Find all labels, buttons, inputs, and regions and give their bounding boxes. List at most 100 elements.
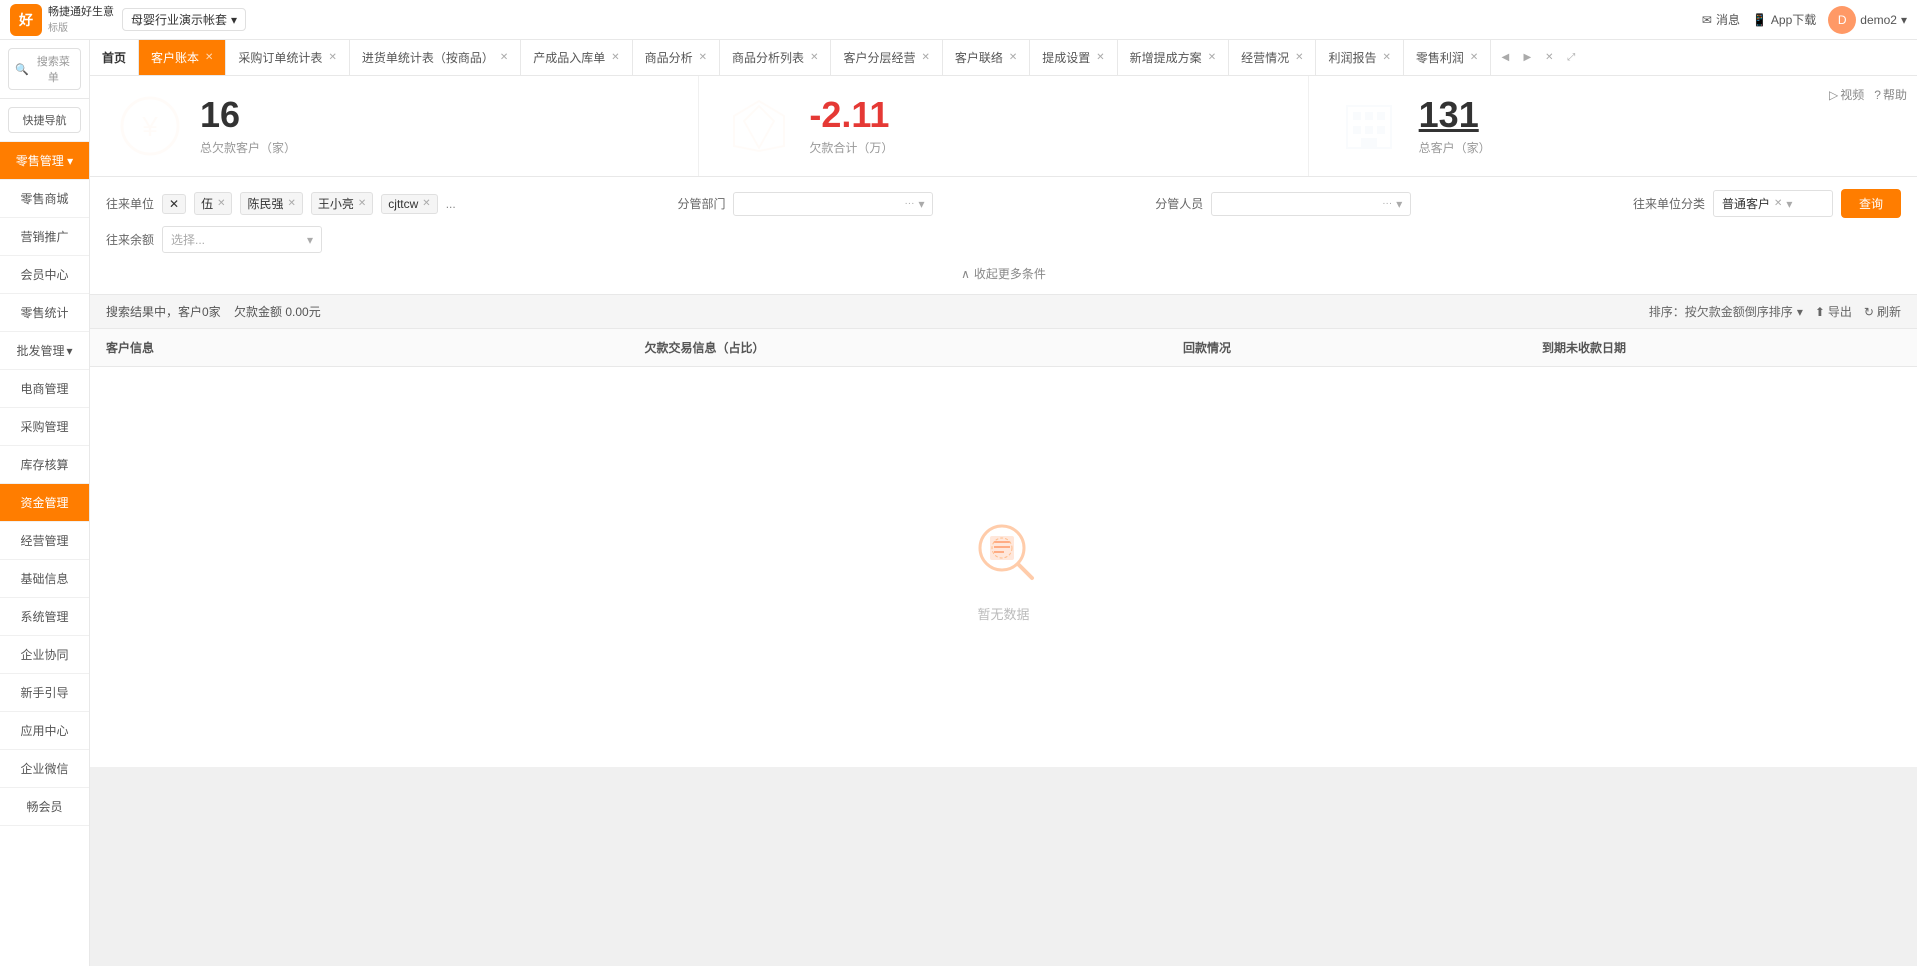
sidebar-item-purchase-mgmt[interactable]: 采购管理 [0,408,89,446]
col-debt-info: 欠款交易信息（占比） [645,339,1184,356]
account-selector[interactable]: 母婴行业演示帐套 ▾ [122,8,246,31]
close-tab-icon-3[interactable]: ✕ [500,52,508,63]
filter-unit-label: 往来单位 [106,195,154,212]
top-bar-left: 好 畅捷通好生意 标版 母婴行业演示帐套 ▾ [10,4,246,36]
close-tab-icon-7[interactable]: ✕ [921,52,929,63]
stat-values-2: -2.11 欠款合计（万） [809,97,893,156]
nav-prev-arrow[interactable]: ◀ [1495,48,1515,68]
close-tab-icon-10[interactable]: ✕ [1208,52,1216,63]
sidebar-item-retail-mall[interactable]: 零售商城 [0,180,89,218]
sidebar-item-basic-info[interactable]: 基础信息 [0,560,89,598]
close-tab-icon-5[interactable]: ✕ [699,52,707,63]
stat-values-1: 16 总欠款客户（家） [200,97,296,156]
sidebar-item-enterprise-wechat[interactable]: 企业微信 [0,750,89,788]
tab-product-analysis[interactable]: 商品分析 ✕ [633,40,720,76]
filter-tag-common-customer: 普通客户 ✕ [1722,195,1782,212]
search-menu-btn[interactable]: 🔍 搜索菜单 [8,48,81,90]
close-tab-icon-6[interactable]: ✕ [810,52,818,63]
filter-unit-class-label: 往来单位分类 [1633,195,1705,212]
svg-text:¥: ¥ [141,111,158,142]
sidebar-item-new-guide[interactable]: 新手引导 [0,674,89,712]
video-btn[interactable]: ▷ 视频 [1829,86,1864,103]
sidebar-item-app-center[interactable]: 应用中心 [0,712,89,750]
close-tab-icon-8[interactable]: ✕ [1009,52,1017,63]
tab-cost-entry[interactable]: 产成品入库单 ✕ [521,40,632,76]
tab-home[interactable]: 首页 [90,40,139,76]
sidebar-item-inventory[interactable]: 库存核算 [0,446,89,484]
top-bar: 好 畅捷通好生意 标版 母婴行业演示帐套 ▾ ✉ 消息 📱 App下载 D de… [0,0,1917,40]
app-download-btn[interactable]: 📱 App下载 [1752,11,1816,28]
department-select[interactable]: ··· ▾ [733,192,933,216]
nav-close-all[interactable]: ✕ [1539,48,1559,68]
avatar: D [1828,6,1856,34]
nav-arrow-area: ◀ ▶ ✕ ⤢ [1491,48,1585,68]
logo-area[interactable]: 好 畅捷通好生意 标版 [10,4,114,36]
empty-text: 暂无数据 [977,604,1029,623]
col-repayment: 回款情况 [1183,339,1542,356]
remove-tag-wu[interactable]: ✕ [217,198,225,209]
logo-subtitle: 标版 [48,19,114,34]
message-btn[interactable]: ✉ 消息 [1702,11,1740,28]
sidebar-item-member-center[interactable]: 会员中心 [0,256,89,294]
sidebar-item-retail-stats[interactable]: 零售统计 [0,294,89,332]
logo-text-block: 畅捷通好生意 标版 [48,5,114,34]
chevron-down-icon-balance: ▾ [307,233,313,247]
tab-purchase-orders[interactable]: 采购订单统计表 ✕ [226,40,349,76]
close-tab-icon-13[interactable]: ✕ [1470,52,1478,63]
close-tab-icon-4[interactable]: ✕ [611,52,619,63]
close-tab-icon-2[interactable]: ✕ [328,52,336,63]
sidebar-item-system-mgmt[interactable]: 系统管理 [0,598,89,636]
help-btn[interactable]: ? 帮助 [1874,86,1907,103]
tab-retail-profit[interactable]: 零售利润 ✕ [1404,40,1491,76]
quick-nav-btn[interactable]: 快捷导航 [8,107,81,133]
result-actions: 排序：按欠款金额倒序排序 ▾ ⬆ 导出 ↻ 刷新 [1649,303,1901,320]
tab-customer-connect[interactable]: 客户联络 ✕ [943,40,1030,76]
chevron-down-icon-user: ▾ [1901,13,1907,27]
export-icon: ⬆ [1815,305,1825,319]
remove-tag-wang[interactable]: ✕ [358,198,366,209]
remove-tag-cjttcw[interactable]: ✕ [422,198,430,209]
export-btn[interactable]: ⬆ 导出 [1815,303,1852,320]
nav-expand[interactable]: ⤢ [1561,48,1581,68]
remove-tag-chen[interactable]: ✕ [288,198,296,209]
balance-select[interactable]: 选择... ▾ [162,226,322,253]
tab-promo-settings[interactable]: 提成设置 ✕ [1030,40,1117,76]
query-button[interactable]: 查询 [1841,189,1901,218]
sidebar-item-finance[interactable]: 资金管理 [0,484,89,522]
sidebar-item-marketing[interactable]: 营销推广 [0,218,89,256]
sidebar-item-retail-mgmt[interactable]: 零售管理 ▾ [0,142,89,180]
close-tab-icon-9[interactable]: ✕ [1096,52,1104,63]
filter-more-btn[interactable]: ... [446,197,456,211]
chevron-down-icon-person: ▾ [1396,197,1402,211]
collapse-filter-btn[interactable]: ∧ 收起更多条件 [961,265,1046,282]
sort-select[interactable]: 排序：按欠款金额倒序排序 ▾ [1649,303,1803,320]
refresh-btn[interactable]: ↻ 刷新 [1864,303,1901,320]
message-icon: ✉ [1702,13,1712,27]
chevron-down-icon-sort: ▾ [1797,305,1803,319]
stat-label-debt-customers: 总欠款客户（家） [200,139,296,156]
remove-tag-common[interactable]: ✕ [1774,198,1782,209]
sidebar-item-vip-member[interactable]: 畅会员 [0,788,89,826]
unit-class-select[interactable]: 普通客户 ✕ ▾ [1713,190,1833,217]
sidebar-item-wholesale-mgmt[interactable]: 批发管理 ▾ [0,332,89,370]
sidebar-item-business-mgmt[interactable]: 经营管理 [0,522,89,560]
close-tab-icon-12[interactable]: ✕ [1383,52,1391,63]
table-header: 客户信息 欠款交易信息（占比） 回款情况 到期未收款日期 [90,329,1917,367]
tab-product-analysis-list[interactable]: 商品分析列表 ✕ [720,40,831,76]
sidebar-item-ecommerce[interactable]: 电商管理 [0,370,89,408]
tab-stock-stats[interactable]: 进货单统计表（按商品） ✕ [350,40,521,76]
close-tab-icon-11[interactable]: ✕ [1295,52,1303,63]
sidebar-search-area: 🔍 搜索菜单 [0,40,89,99]
tab-profit-report[interactable]: 利润报告 ✕ [1316,40,1403,76]
person-select[interactable]: ··· ▾ [1211,192,1411,216]
sidebar-item-enterprise-collab[interactable]: 企业协同 [0,636,89,674]
nav-next-arrow[interactable]: ▶ [1517,48,1537,68]
chevron-icon-2: ▾ [66,344,72,358]
tab-customer-tier[interactable]: 客户分层经营 ✕ [831,40,942,76]
tab-new-promo[interactable]: 新增提成方案 ✕ [1118,40,1229,76]
tab-accounts[interactable]: 客户账本 ✕ [139,40,226,76]
chevron-up-icon: ∧ [961,267,970,281]
user-menu[interactable]: D demo2 ▾ [1828,6,1907,34]
close-tab-icon[interactable]: ✕ [205,52,213,63]
tab-business[interactable]: 经营情况 ✕ [1229,40,1316,76]
